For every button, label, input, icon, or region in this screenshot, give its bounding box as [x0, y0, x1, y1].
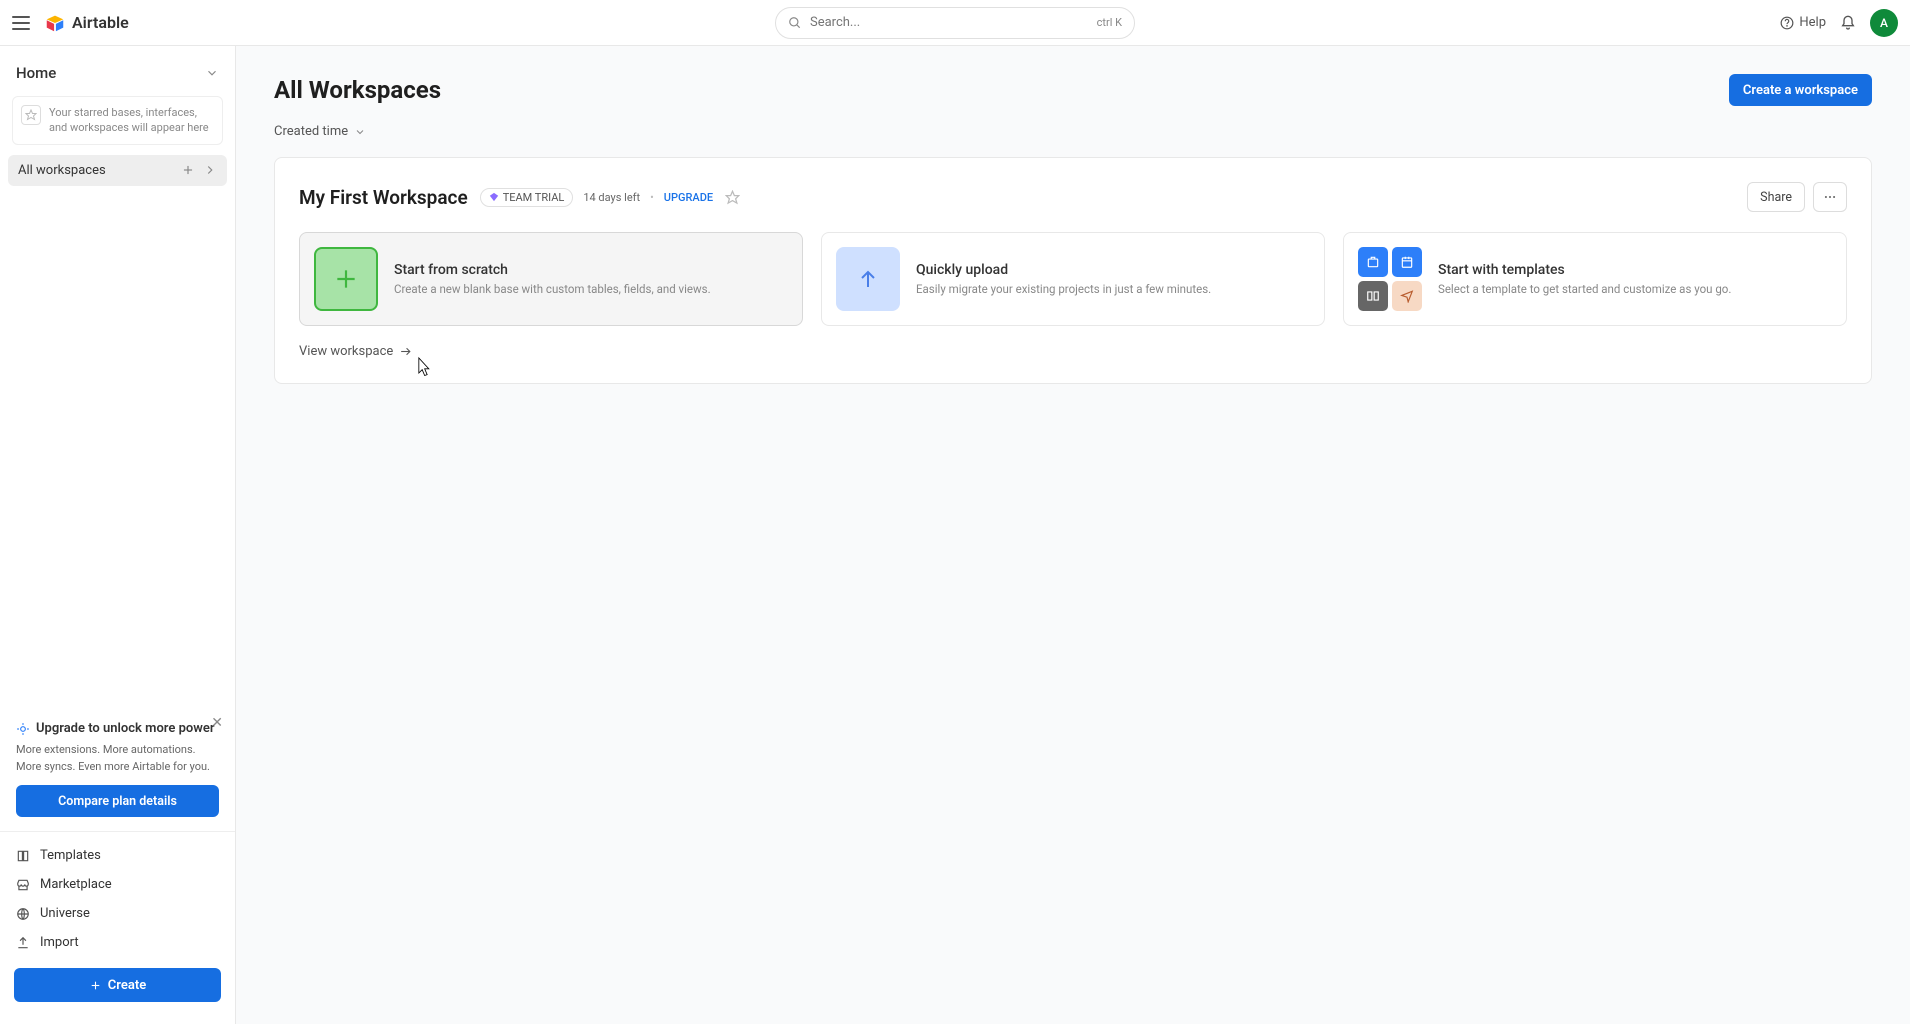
tile-start-from-scratch[interactable]: Start from scratch Create a new blank ba… — [299, 232, 803, 326]
help-label: Help — [1799, 15, 1826, 30]
topbar: Airtable ctrl K Help A — [0, 0, 1910, 46]
search-kbd-hint: ctrl K — [1097, 16, 1122, 29]
search-box[interactable]: ctrl K — [775, 7, 1135, 39]
view-workspace-label: View workspace — [299, 344, 393, 359]
promo-body-text: More extensions. More automations. More … — [16, 742, 219, 775]
nav-home-label: Home — [16, 64, 56, 82]
trial-days-left: 14 days left — [583, 191, 640, 204]
link-templates-label: Templates — [40, 848, 101, 863]
dots-icon — [1823, 190, 1837, 204]
promo-close-button[interactable]: ✕ — [211, 715, 223, 731]
workspace-badges: TEAM TRIAL 14 days left • UPGRADE — [480, 188, 713, 207]
plus-icon — [89, 979, 102, 992]
main-content: All Workspaces Create a workspace Create… — [236, 46, 1910, 1024]
page-header: All Workspaces Create a workspace — [274, 74, 1872, 106]
user-avatar[interactable]: A — [1870, 9, 1898, 37]
nav-home[interactable]: Home — [0, 56, 235, 90]
gem-icon — [489, 192, 499, 202]
workspace-name[interactable]: My First Workspace — [299, 186, 468, 209]
upgrade-link[interactable]: UPGRADE — [664, 191, 713, 204]
starred-hint-text: Your starred bases, interfaces, and work… — [49, 105, 214, 136]
trial-badge: TEAM TRIAL — [480, 188, 574, 207]
search-icon — [788, 16, 802, 30]
chevron-down-icon — [354, 126, 366, 138]
link-import[interactable]: Import — [16, 929, 219, 956]
promo-title-text: Upgrade to unlock more power — [36, 721, 215, 736]
star-workspace-button[interactable] — [725, 190, 740, 205]
starred-empty-state: Your starred bases, interfaces, and work… — [12, 96, 223, 145]
workspace-card: My First Workspace TEAM TRIAL 14 days le… — [274, 157, 1872, 384]
search-wrapper: ctrl K — [775, 7, 1135, 39]
plus-icon[interactable] — [181, 163, 195, 177]
plus-tile-icon — [314, 247, 378, 311]
compare-plan-button[interactable]: Compare plan details — [16, 785, 219, 817]
create-button-label: Create — [108, 978, 146, 993]
tile-title: Start with templates — [1438, 262, 1731, 278]
workspace-header: My First Workspace TEAM TRIAL 14 days le… — [299, 182, 1847, 212]
help-button[interactable]: Help — [1780, 15, 1826, 30]
brand-name: Airtable — [72, 13, 129, 32]
share-button[interactable]: Share — [1747, 182, 1805, 212]
sidebar-bottom-links: Templates Marketplace Universe Import — [0, 832, 235, 956]
tile-desc: Easily migrate your existing projects in… — [916, 282, 1211, 296]
brand-logo[interactable]: Airtable — [44, 12, 129, 34]
link-templates[interactable]: Templates — [16, 842, 219, 869]
globe-icon — [16, 907, 30, 921]
sidebar: Home Your starred bases, interfaces, and… — [0, 46, 236, 1024]
view-workspace-link[interactable]: View workspace — [299, 344, 1847, 359]
create-button[interactable]: Create — [14, 968, 221, 1002]
star-icon — [725, 190, 740, 205]
tile-quickly-upload[interactable]: Quickly upload Easily migrate your exist… — [821, 232, 1325, 326]
chevron-right-icon[interactable] — [203, 163, 217, 177]
star-icon — [21, 105, 41, 125]
sort-label: Created time — [274, 124, 348, 139]
templates-tile-icon — [1358, 247, 1422, 311]
notifications-button[interactable] — [1840, 15, 1856, 31]
menu-toggle-button[interactable] — [12, 16, 30, 30]
tile-title: Start from scratch — [394, 262, 711, 278]
separator-dot: • — [650, 191, 654, 204]
sparkle-icon — [16, 722, 30, 736]
workspace-more-button[interactable] — [1813, 182, 1847, 212]
chevron-down-icon — [205, 66, 219, 80]
sort-dropdown[interactable]: Created time — [274, 124, 1872, 139]
create-workspace-button[interactable]: Create a workspace — [1729, 74, 1872, 106]
search-input[interactable] — [810, 15, 1089, 30]
store-icon — [16, 878, 30, 892]
link-import-label: Import — [40, 935, 79, 950]
tile-start-with-templates[interactable]: Start with templates Select a template t… — [1343, 232, 1847, 326]
link-marketplace[interactable]: Marketplace — [16, 871, 219, 898]
arrow-right-icon — [399, 345, 412, 358]
upload-icon — [16, 936, 30, 950]
sidebar-item-all-workspaces[interactable]: All workspaces — [8, 155, 227, 186]
tile-desc: Select a template to get started and cus… — [1438, 282, 1731, 296]
book-icon — [16, 849, 30, 863]
link-universe-label: Universe — [40, 906, 90, 921]
tile-desc: Create a new blank base with custom tabl… — [394, 282, 711, 296]
help-icon — [1780, 16, 1794, 30]
topbar-right: Help A — [1780, 9, 1898, 37]
link-universe[interactable]: Universe — [16, 900, 219, 927]
page-title: All Workspaces — [274, 76, 441, 104]
upgrade-promo: ✕ Upgrade to unlock more power More exte… — [0, 709, 235, 832]
base-creation-tiles: Start from scratch Create a new blank ba… — [299, 232, 1847, 326]
tile-title: Quickly upload — [916, 262, 1211, 278]
trial-label: TEAM TRIAL — [503, 191, 565, 204]
all-workspaces-label: All workspaces — [18, 163, 106, 178]
airtable-logo-icon — [44, 12, 66, 34]
upload-tile-icon — [836, 247, 900, 311]
link-marketplace-label: Marketplace — [40, 877, 112, 892]
